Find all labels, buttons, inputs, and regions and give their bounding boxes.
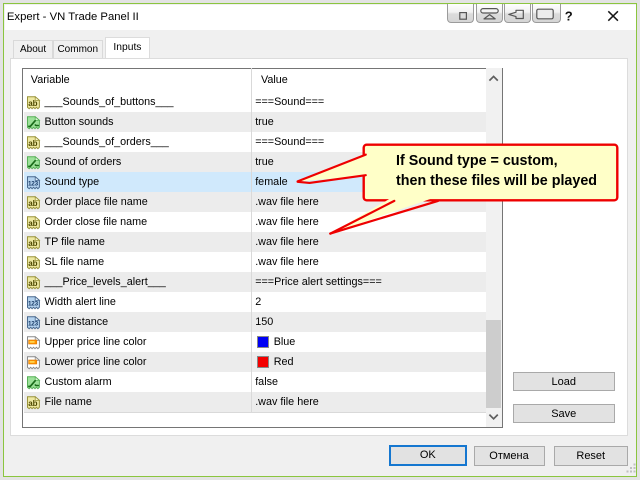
svg-text:ab: ab bbox=[28, 218, 37, 227]
svg-text:123: 123 bbox=[28, 180, 39, 187]
svg-text:ab: ab bbox=[28, 398, 37, 407]
svg-text:ab: ab bbox=[28, 258, 37, 267]
svg-text:123: 123 bbox=[28, 300, 39, 307]
svg-text:ab: ab bbox=[28, 198, 37, 207]
svg-text:ab: ab bbox=[28, 238, 37, 247]
svg-text:?: ? bbox=[565, 8, 573, 23]
svg-text:ab: ab bbox=[28, 278, 37, 287]
svg-text:123: 123 bbox=[28, 320, 39, 327]
svg-text:ab: ab bbox=[28, 138, 37, 147]
svg-text:ab: ab bbox=[28, 98, 37, 107]
